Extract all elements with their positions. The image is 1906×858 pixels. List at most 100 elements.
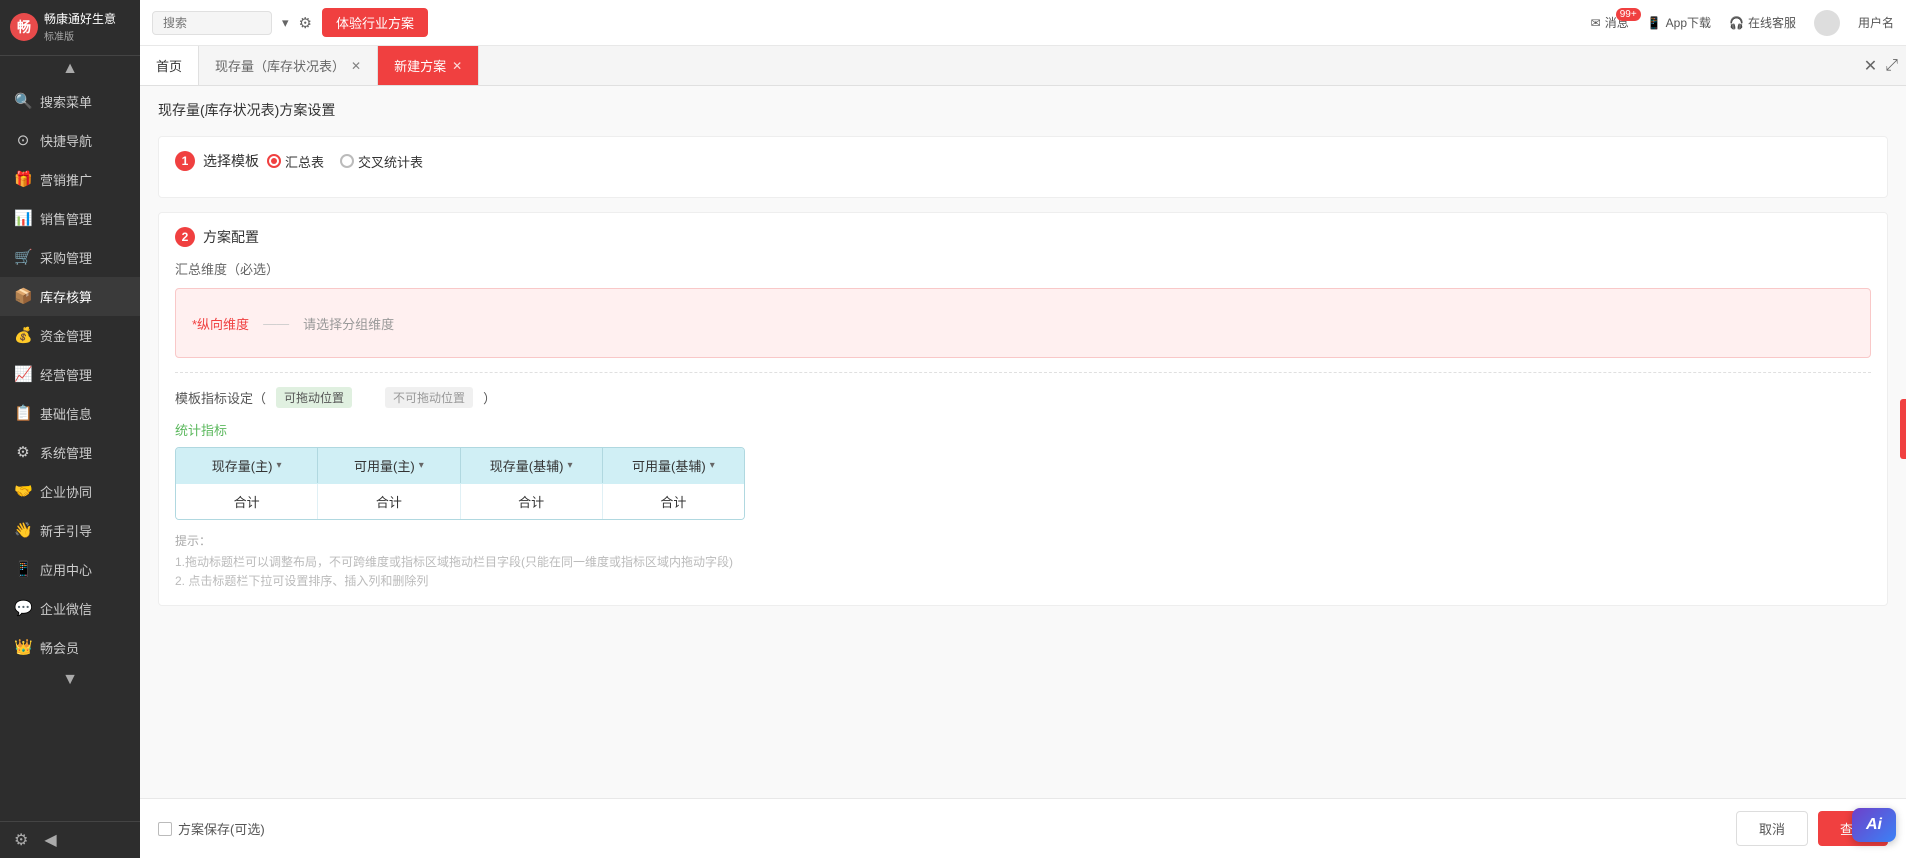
username-label[interactable]: 用户名 — [1858, 14, 1894, 31]
stats-cell-1-2: 合计 — [318, 484, 460, 519]
search-input[interactable] — [152, 11, 272, 35]
tab-new-plan-close-icon[interactable]: ✕ — [452, 59, 462, 73]
ai-badge[interactable]: Ai — [1852, 808, 1896, 842]
indicator-unmovable-tag: 不可拖动位置 — [385, 387, 473, 408]
sidebar-bottom: ⚙ ◀ — [0, 821, 140, 858]
online-service-btn[interactable]: 🎧 在线客服 — [1729, 14, 1796, 31]
user-avatar — [1814, 10, 1840, 36]
settings-btn[interactable]: ⚙ — [299, 14, 312, 32]
stats-col-2[interactable]: 可用量(主) ▾ — [318, 448, 460, 483]
tabbar: 首页 现存量（库存状况表） ✕ 新建方案 ✕ ✕ ⤢ — [140, 46, 1906, 86]
sidebar-item-new-guide[interactable]: 👋 新手引导 — [0, 511, 140, 550]
page-title: 现存量(库存状况表)方案设置 — [158, 100, 1888, 120]
step2-header: 2 方案配置 — [175, 227, 1871, 247]
indicator-settings-label: 模板指标设定（ — [175, 388, 266, 407]
sidebar-item-sales[interactable]: 📊 销售管理 — [0, 199, 140, 238]
sidebar-item-app-center[interactable]: 📱 应用中心 — [0, 550, 140, 589]
template-radio-group: 汇总表 交叉统计表 — [267, 152, 423, 171]
sidebar-item-search[interactable]: 🔍 搜索菜单 — [0, 82, 140, 121]
save-option[interactable]: 方案保存(可选) — [158, 819, 265, 838]
tab-home[interactable]: 首页 — [140, 46, 199, 85]
topbar-right: ✉ 消息 99+ 📱 App下载 🎧 在线客服 用户名 — [1591, 10, 1894, 36]
indicator-separator — [362, 388, 375, 407]
col1-chevron-icon: ▾ — [276, 460, 281, 471]
sidebar-scroll-up[interactable]: ▲ — [0, 56, 140, 82]
message-icon: ✉ — [1591, 16, 1601, 30]
stats-col-3[interactable]: 现存量(基辅) ▾ — [461, 448, 603, 483]
sidebar-item-label: 应用中心 — [40, 560, 92, 579]
sidebar-item-quick-nav[interactable]: ⊙ 快捷导航 — [0, 121, 140, 160]
stats-table-header: 现存量(主) ▾ 可用量(主) ▾ 现存量(基辅) ▾ 可用量(基辅) — [176, 448, 744, 483]
phone-icon: 📱 — [1647, 16, 1662, 30]
sidebar-item-operations[interactable]: 📈 经营管理 — [0, 355, 140, 394]
sidebar-settings-icon[interactable]: ⚙ — [14, 830, 28, 850]
tabbar-close-btn[interactable]: ✕ — [1864, 56, 1877, 76]
home-icon: ⊙ — [14, 131, 32, 149]
sidebar-item-label: 新手引导 — [40, 521, 92, 540]
sidebar-item-system[interactable]: ⚙ 系统管理 — [0, 433, 140, 472]
stats-col-1[interactable]: 现存量(主) ▾ — [176, 448, 318, 483]
step2-badge: 2 — [175, 227, 195, 247]
summary-dimension-label: 汇总维度（必选） — [175, 259, 1871, 278]
tips-title: 提示： — [175, 532, 1871, 549]
sidebar-collapse-icon[interactable]: ◀ — [44, 830, 56, 850]
col4-chevron-icon: ▾ — [710, 460, 715, 471]
sidebar-item-label: 经营管理 — [40, 365, 92, 384]
app-edition: 标准版 — [44, 28, 116, 43]
stats-label: 统计指标 — [175, 420, 1871, 439]
app-label: App下载 — [1666, 14, 1711, 31]
sidebar-item-label: 销售管理 — [40, 209, 92, 228]
tab-inventory-status[interactable]: 现存量（库存状况表） ✕ — [199, 46, 378, 85]
tips-item-2: 2. 点击标题栏下拉可设置排序、插入列和删除列 — [175, 572, 1871, 589]
chart-icon: 📊 — [14, 209, 32, 227]
sidebar-item-inventory[interactable]: 📦 库存核算 — [0, 277, 140, 316]
dimension-zone[interactable]: *纵向维度 —— 请选择分组维度 — [175, 288, 1871, 358]
sidebar-item-wechat[interactable]: 💬 企业微信 — [0, 589, 140, 628]
stats-col-2-label: 可用量(主) — [354, 456, 415, 475]
wave-icon: 👋 — [14, 521, 32, 539]
save-checkbox[interactable] — [158, 822, 172, 836]
content-area: 现存量(库存状况表)方案设置 1 选择模板 汇总表 交叉统计表 — [140, 86, 1906, 798]
wechat-icon: 💬 — [14, 599, 32, 617]
radio-summary[interactable]: 汇总表 — [267, 152, 324, 171]
sidebar-item-label: 企业协同 — [40, 482, 92, 501]
main-area: ▾ ⚙ 体验行业方案 ✉ 消息 99+ 📱 App下载 🎧 在线客服 用户名 首… — [140, 0, 1906, 858]
sidebar-logo: 畅 畅康通好生意 标准版 — [0, 0, 140, 56]
stats-cell-1-4: 合计 — [603, 484, 744, 519]
cart-icon: 🛒 — [14, 248, 32, 266]
sidebar-item-enterprise[interactable]: 🤝 企业协同 — [0, 472, 140, 511]
app-name: 畅康通好生意 — [44, 12, 116, 28]
sidebar-item-label: 采购管理 — [40, 248, 92, 267]
sidebar-item-label: 系统管理 — [40, 443, 92, 462]
dropdown-btn[interactable]: ▾ — [282, 15, 289, 31]
sidebar-item-member[interactable]: 👑 畅会员 — [0, 628, 140, 667]
industry-btn[interactable]: 体验行业方案 — [322, 8, 428, 37]
stats-col-4[interactable]: 可用量(基辅) ▾ — [603, 448, 744, 483]
save-option-label: 方案保存(可选) — [178, 819, 265, 838]
box-icon: 📦 — [14, 287, 32, 305]
step2-title: 方案配置 — [203, 227, 259, 247]
sidebar-scroll-down[interactable]: ▼ — [0, 667, 140, 693]
sidebar-item-basic-info[interactable]: 📋 基础信息 — [0, 394, 140, 433]
radio-crosstab[interactable]: 交叉统计表 — [340, 152, 423, 171]
message-btn[interactable]: ✉ 消息 99+ — [1591, 14, 1629, 31]
tab-inventory-label: 现存量（库存状况表） — [215, 56, 345, 75]
sidebar-item-purchase[interactable]: 🛒 采购管理 — [0, 238, 140, 277]
tabbar-expand-btn[interactable]: ⤢ — [1885, 57, 1898, 75]
col3-chevron-icon: ▾ — [567, 460, 572, 471]
indicator-close-paren: ） — [483, 388, 496, 407]
dimension-dash: —— — [263, 316, 289, 331]
sidebar-item-finance[interactable]: 💰 资金管理 — [0, 316, 140, 355]
app-download-btn[interactable]: 📱 App下载 — [1647, 14, 1711, 31]
step2-section: 2 方案配置 汇总维度（必选） *纵向维度 —— 请选择分组维度 模板指标设定（… — [158, 212, 1888, 606]
right-edge-indicator[interactable] — [1900, 399, 1906, 459]
mobile-icon: 📱 — [14, 560, 32, 578]
stats-table: 现存量(主) ▾ 可用量(主) ▾ 现存量(基辅) ▾ 可用量(基辅) — [175, 447, 745, 520]
cancel-button[interactable]: 取消 — [1736, 811, 1808, 846]
tab-inventory-close-icon[interactable]: ✕ — [351, 59, 361, 73]
tab-new-plan[interactable]: 新建方案 ✕ — [378, 46, 479, 85]
indicator-movable-tag: 可拖动位置 — [276, 387, 352, 408]
sidebar-item-marketing[interactable]: 🎁 营销推广 — [0, 160, 140, 199]
crown-icon: 👑 — [14, 638, 32, 656]
list-icon: 📋 — [14, 404, 32, 422]
